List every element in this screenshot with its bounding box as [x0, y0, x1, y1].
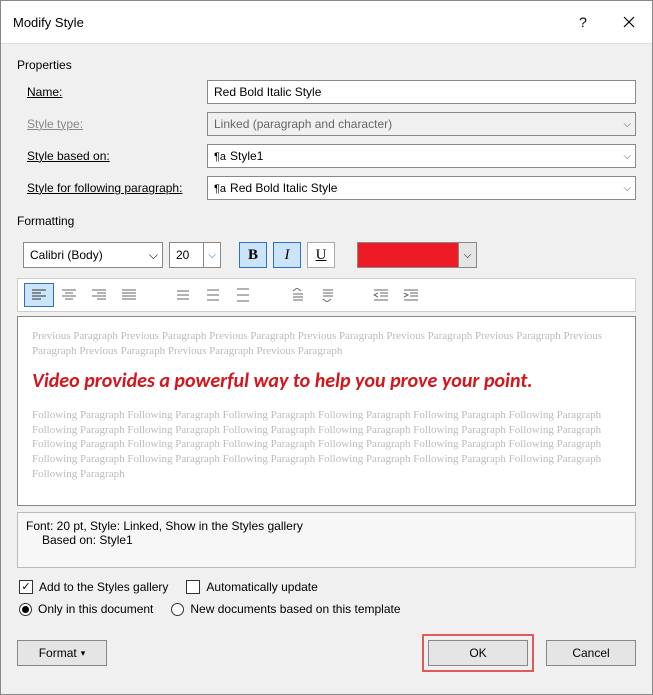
auto-update-checkbox[interactable]: Automatically update — [186, 580, 317, 594]
font-size-combo[interactable]: 20 ⌵ — [169, 242, 221, 268]
spacing-1-button[interactable] — [168, 283, 198, 307]
preview-previous-text: Previous Paragraph Previous Paragraph Pr… — [32, 329, 621, 359]
based-on-label: Style based on: — [17, 149, 207, 163]
modify-style-dialog: Modify Style ? Properties Name: Style ty… — [0, 0, 653, 695]
following-value: Red Bold Italic Style — [230, 181, 337, 195]
font-color-combo[interactable]: ⌵ — [357, 242, 477, 268]
format-button[interactable]: Format ▾ — [17, 640, 107, 666]
formatting-label: Formatting — [17, 214, 636, 228]
chevron-down-icon: ⌵ — [203, 243, 216, 267]
preview-following-text: Following Paragraph Following Paragraph … — [32, 408, 621, 482]
ok-highlight: OK — [422, 634, 534, 672]
align-right-icon — [91, 288, 107, 302]
align-center-button[interactable] — [54, 283, 84, 307]
add-to-gallery-checkbox[interactable]: ✓ Add to the Styles gallery — [19, 580, 168, 594]
following-label: Style for following paragraph: — [17, 181, 207, 195]
description-line2: Based on: Style1 — [26, 533, 627, 547]
space-after-icon — [319, 288, 335, 302]
underline-button[interactable]: U — [307, 242, 335, 268]
auto-update-label: Automatically update — [206, 580, 317, 594]
chevron-down-icon: ⌵ — [623, 119, 631, 130]
style-description: Font: 20 pt, Style: Linked, Show in the … — [17, 512, 636, 568]
preview-sample-text: Video provides a powerful way to help yo… — [32, 369, 621, 394]
align-justify-button[interactable] — [114, 283, 144, 307]
description-line1: Font: 20 pt, Style: Linked, Show in the … — [26, 519, 627, 533]
line-spacing-15-icon — [205, 288, 221, 302]
paragraph-icon: ¶a — [214, 183, 226, 195]
only-this-document-radio[interactable]: Only in this document — [19, 602, 153, 616]
chevron-down-icon: ⌵ — [623, 183, 631, 194]
align-right-button[interactable] — [84, 283, 114, 307]
close-button[interactable] — [606, 7, 652, 37]
bold-button[interactable]: B — [239, 242, 267, 268]
spacing-15-button[interactable] — [198, 283, 228, 307]
help-button[interactable]: ? — [560, 7, 606, 37]
color-swatch — [358, 243, 458, 267]
chevron-down-icon: ▾ — [81, 648, 86, 659]
indent-dec-button[interactable] — [366, 283, 396, 307]
radio-unchecked-icon — [171, 603, 184, 616]
font-value: Calibri (Body) — [30, 248, 103, 262]
close-icon — [623, 16, 635, 28]
titlebar: Modify Style ? — [1, 1, 652, 44]
options-group: ✓ Add to the Styles gallery Automaticall… — [17, 580, 636, 624]
ok-button[interactable]: OK — [428, 640, 528, 666]
style-type-combo: Linked (paragraph and character) ⌵ — [207, 112, 636, 136]
formatting-toolbar: Calibri (Body) ⌵ 20 ⌵ B I U ⌵ — [17, 242, 636, 268]
new-documents-radio[interactable]: New documents based on this template — [171, 602, 400, 616]
paragraph-toolbar — [17, 278, 636, 312]
line-spacing-1-icon — [175, 288, 191, 302]
checkbox-checked-icon: ✓ — [19, 580, 33, 594]
italic-button[interactable]: I — [273, 242, 301, 268]
chevron-down-icon: ⌵ — [149, 248, 158, 263]
dialog-title: Modify Style — [13, 15, 84, 30]
dialog-content: Properties Name: Style type: Linked (par… — [1, 44, 652, 694]
font-size-value: 20 — [176, 248, 189, 262]
indent-inc-button[interactable] — [396, 283, 426, 307]
paragraph-icon: ¶a — [214, 151, 226, 163]
preview-pane: Previous Paragraph Previous Paragraph Pr… — [17, 316, 636, 506]
dialog-footer: Format ▾ OK Cancel — [17, 634, 636, 672]
based-on-value: Style1 — [230, 149, 263, 163]
chevron-down-icon: ⌵ — [623, 151, 631, 162]
indent-increase-icon — [403, 288, 419, 302]
align-left-button[interactable] — [24, 283, 54, 307]
cancel-button[interactable]: Cancel — [546, 640, 636, 666]
based-on-combo[interactable]: ¶a Style1 ⌵ — [207, 144, 636, 168]
radio-checked-icon — [19, 603, 32, 616]
style-type-label: Style type: — [17, 117, 207, 131]
align-justify-icon — [121, 288, 137, 302]
add-to-gallery-label: Add to the Styles gallery — [39, 580, 168, 594]
following-combo[interactable]: ¶a Red Bold Italic Style ⌵ — [207, 176, 636, 200]
indent-decrease-icon — [373, 288, 389, 302]
space-before-inc-button[interactable] — [282, 283, 312, 307]
only-this-document-label: Only in this document — [38, 602, 153, 616]
name-input[interactable] — [207, 80, 636, 104]
font-combo[interactable]: Calibri (Body) ⌵ — [23, 242, 163, 268]
chevron-down-icon: ⌵ — [458, 243, 476, 267]
style-type-value: Linked (paragraph and character) — [214, 117, 392, 131]
new-documents-label: New documents based on this template — [190, 602, 400, 616]
align-left-icon — [31, 288, 47, 302]
space-before-dec-button[interactable] — [312, 283, 342, 307]
line-spacing-2-icon — [235, 288, 251, 302]
properties-label: Properties — [17, 58, 636, 72]
spacing-2-button[interactable] — [228, 283, 258, 307]
name-label: Name: — [17, 85, 207, 99]
space-before-icon — [289, 288, 305, 302]
titlebar-buttons: ? — [560, 7, 652, 37]
align-center-icon — [61, 288, 77, 302]
checkbox-unchecked-icon — [186, 580, 200, 594]
